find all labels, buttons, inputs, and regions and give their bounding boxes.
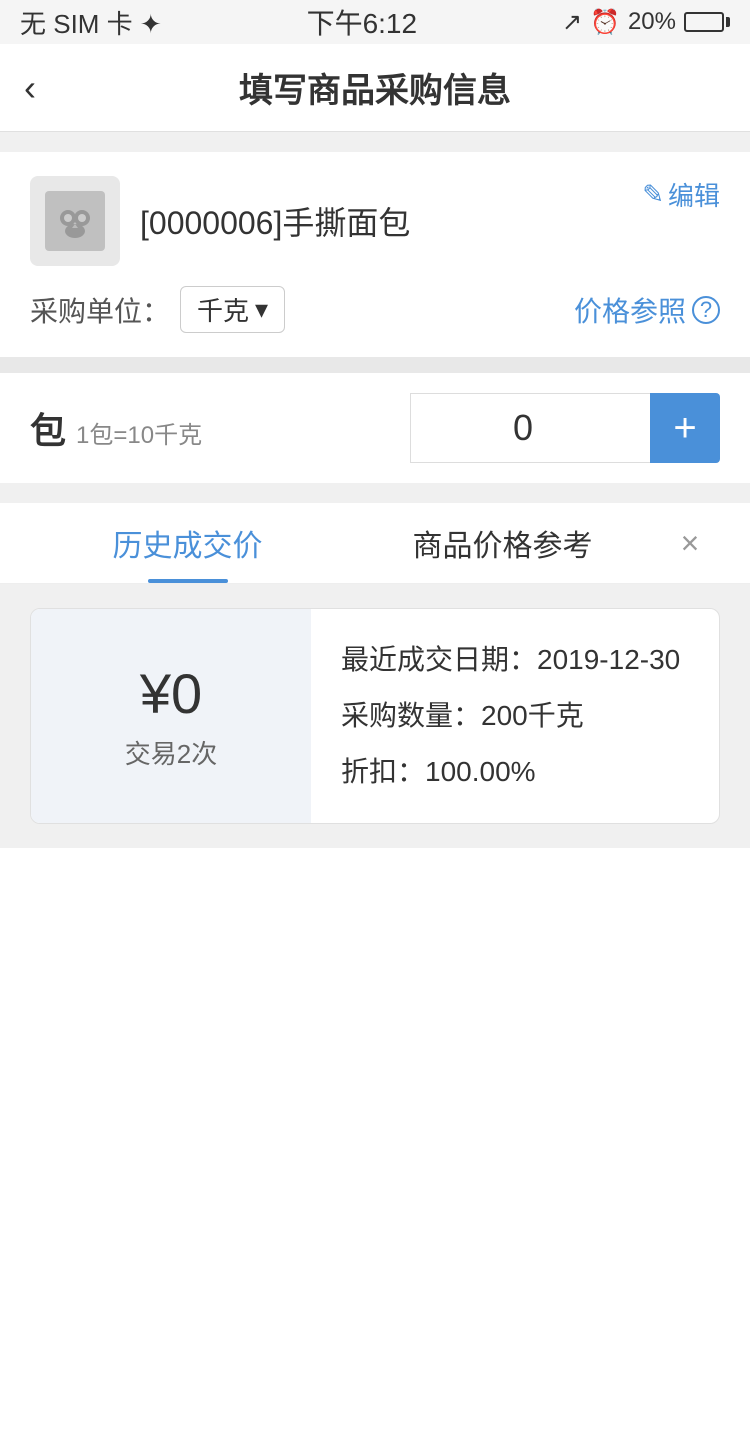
quantity-section: 包 1包=10千克 +: [0, 373, 750, 483]
purchase-qty-value: 200千克: [481, 700, 584, 731]
price-transactions: 交易2次: [125, 734, 217, 771]
price-amount: ¥0: [140, 661, 202, 726]
page-title: 填写商品采购信息: [239, 63, 511, 112]
status-bar: 无 SIM 卡 ✦ 下午6:12 ↗ ⏰ 20%: [0, 0, 750, 44]
product-left: [0000006]手撕面包: [30, 176, 410, 266]
product-header: [0000006]手撕面包 ✎ 编辑: [30, 176, 720, 266]
unit-left: 采购单位： 千克 ▾: [30, 286, 285, 333]
price-card-left: ¥0 交易2次: [31, 609, 311, 823]
price-value: 0: [171, 662, 202, 725]
recent-date-row: 最近成交日期：2019-12-30: [341, 639, 689, 681]
tab-close-button[interactable]: ×: [660, 513, 720, 573]
status-bar-time: 下午6:12: [307, 2, 418, 42]
edit-icon: ✎: [642, 179, 664, 210]
product-image: [30, 176, 120, 266]
product-thumbnail: [45, 191, 105, 251]
location-icon: ↗: [562, 8, 582, 37]
price-card-right: 最近成交日期：2019-12-30 采购数量：200千克 折扣：100.00%: [311, 609, 719, 823]
tab-history-price[interactable]: 历史成交价: [30, 503, 345, 583]
section-divider: [0, 357, 750, 373]
purchase-qty-label: 采购数量：: [341, 700, 481, 731]
back-button[interactable]: ‹: [24, 67, 36, 109]
tab-history-label: 历史成交价: [113, 521, 263, 565]
unit-value: 千克: [197, 291, 249, 328]
tab-price-ref-label: 商品价格参考: [413, 521, 593, 565]
dropdown-icon: ▾: [255, 294, 268, 325]
cards-container: ¥0 交易2次 最近成交日期：2019-12-30 采购数量：200千克 折扣：…: [0, 584, 750, 848]
help-icon: ?: [692, 296, 720, 324]
recent-date-value: 2019-12-30: [537, 644, 680, 675]
quantity-label: 包 1包=10千克: [30, 402, 202, 454]
nav-bar: ‹ 填写商品采购信息: [0, 44, 750, 132]
tabs-bar: 历史成交价 商品价格参考 ×: [0, 503, 750, 584]
price-reference-button[interactable]: 价格参照 ?: [574, 290, 720, 330]
unit-dropdown[interactable]: 千克 ▾: [180, 286, 285, 333]
discount-value: 100.00%: [425, 756, 536, 787]
discount-row: 折扣：100.00%: [341, 751, 689, 793]
quantity-unit-big: 包: [30, 402, 66, 454]
product-section: [0000006]手撕面包 ✎ 编辑 采购单位： 千克 ▾ 价格参照 ?: [0, 152, 750, 357]
bottom-area: [0, 848, 750, 1448]
price-card: ¥0 交易2次 最近成交日期：2019-12-30 采购数量：200千克 折扣：…: [30, 608, 720, 824]
tab-price-reference[interactable]: 商品价格参考: [345, 503, 660, 583]
recent-date-label: 最近成交日期：: [341, 644, 537, 675]
battery-icon: [684, 12, 730, 32]
alarm-icon: ⏰: [590, 8, 620, 37]
quantity-input[interactable]: [410, 393, 650, 463]
status-bar-left: 无 SIM 卡 ✦: [20, 4, 162, 41]
edit-label: 编辑: [668, 176, 720, 213]
unit-label: 采购单位：: [30, 290, 170, 330]
sim-label: 无 SIM 卡 ✦: [20, 4, 162, 41]
battery-percent: 20%: [628, 8, 676, 36]
discount-label: 折扣：: [341, 756, 425, 787]
status-bar-right: ↗ ⏰ 20%: [562, 8, 730, 37]
quantity-plus-button[interactable]: +: [650, 393, 720, 463]
quantity-unit-small: 1包=10千克: [76, 415, 202, 450]
product-unit-row: 采购单位： 千克 ▾ 价格参照 ?: [30, 286, 720, 333]
product-name: [0000006]手撕面包: [140, 198, 410, 244]
edit-button[interactable]: ✎ 编辑: [642, 176, 720, 213]
quantity-input-row: +: [410, 393, 720, 463]
price-ref-label: 价格参照: [574, 290, 686, 330]
purchase-qty-row: 采购数量：200千克: [341, 695, 689, 737]
tab-active-indicator: [148, 579, 228, 583]
currency-symbol: ¥: [140, 662, 171, 725]
